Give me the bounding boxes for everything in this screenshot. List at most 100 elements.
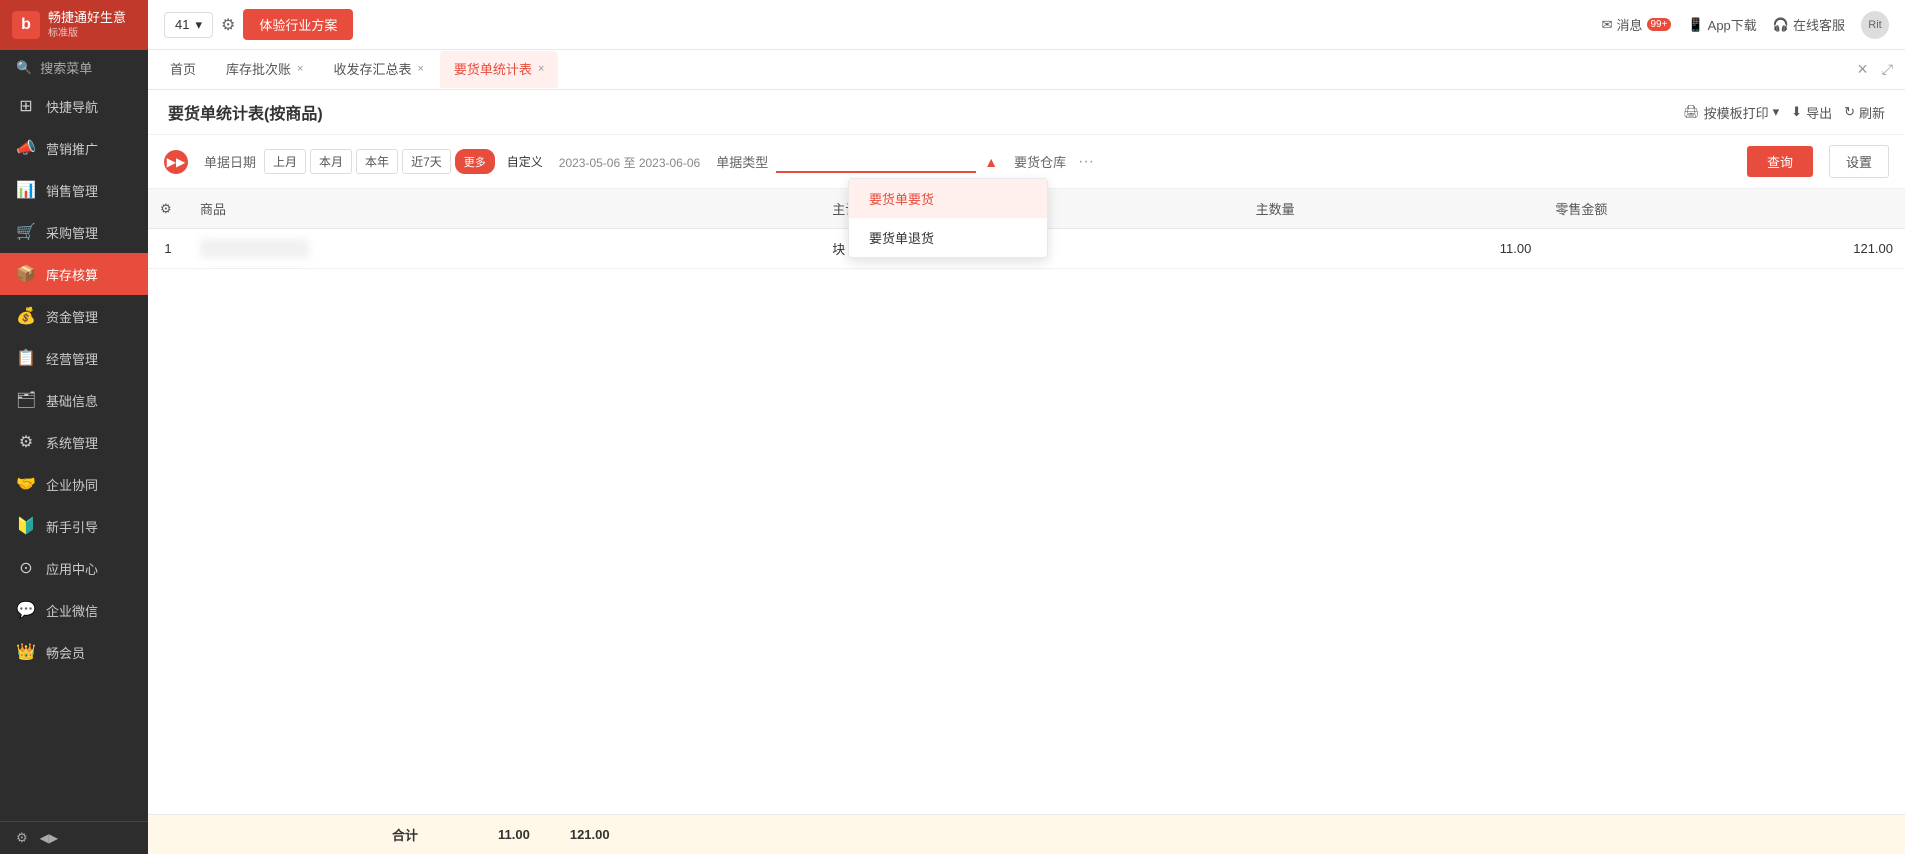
sidebar-item-business[interactable]: 📋 经营管理 bbox=[0, 337, 148, 379]
appstore-icon: ⊙ bbox=[16, 558, 36, 578]
warehouse-label: 要货仓库 bbox=[1014, 152, 1066, 171]
row-amount: 121.00 bbox=[1543, 229, 1905, 269]
inventory-icon: 📦 bbox=[16, 264, 36, 284]
tab-close-recv[interactable]: × bbox=[417, 63, 423, 75]
tab-close-order[interactable]: × bbox=[538, 63, 544, 75]
user-avatar[interactable]: Rit bbox=[1861, 11, 1889, 39]
more-filters-button[interactable]: ··· bbox=[1078, 153, 1094, 171]
store-selector[interactable]: 41 ▾ bbox=[164, 12, 213, 38]
col-qty: 主数量 bbox=[1244, 189, 1544, 229]
column-settings-icon: ⚙ bbox=[160, 201, 172, 216]
page-title-bar: 要货单统计表(按商品) 🖨 按模板打印 ▾ ⬇ 导出 ↻ 刷新 bbox=[148, 90, 1905, 135]
table-footer: 合计 11.00 121.00 bbox=[148, 814, 1905, 854]
prev-month-button[interactable]: 上月 bbox=[264, 149, 306, 174]
refresh-button[interactable]: ↻ 刷新 bbox=[1844, 103, 1885, 122]
print-template-button[interactable]: 🖨 按模板打印 ▾ bbox=[1683, 103, 1779, 122]
basic-icon: 🗂 bbox=[16, 390, 36, 410]
sidebar-item-finance[interactable]: 💰 资金管理 bbox=[0, 295, 148, 337]
message-icon: ✉ bbox=[1602, 17, 1613, 33]
date-filter-group: 单据日期 上月 本月 本年 近7天 更多 自定义 2023-05-06 至 20… bbox=[204, 149, 700, 174]
footer-qty: 11.00 bbox=[478, 827, 550, 842]
sidebar-item-inventory[interactable]: 📦 库存核算 bbox=[0, 253, 148, 295]
curr-year-button[interactable]: 本年 bbox=[356, 149, 398, 174]
tab-maximize-button[interactable]: ⤢ bbox=[1878, 61, 1897, 78]
download-icon: 📱 bbox=[1687, 17, 1703, 33]
tab-order-stats[interactable]: 要货单统计表 × bbox=[440, 51, 558, 88]
table-area: ⚙ 商品 主计量单位 主数量 零售金额 1 bbox=[148, 189, 1905, 814]
sidebar-item-quick-nav[interactable]: ⊞ 快捷导航 bbox=[0, 85, 148, 127]
week7-button[interactable]: 近7天 bbox=[402, 149, 451, 174]
sidebar-item-sales[interactable]: 📊 销售管理 bbox=[0, 169, 148, 211]
sidebar: b 畅捷通好生意 标准版 🔍 搜索菜单 ⊞ 快捷导航 📣 营销推广 📊 销售管理… bbox=[0, 0, 148, 854]
page-inner: 要货单统计表(按商品) 🖨 按模板打印 ▾ ⬇ 导出 ↻ 刷新 bbox=[148, 90, 1905, 854]
online-service-button[interactable]: 🎧 在线客服 bbox=[1773, 15, 1845, 34]
sidebar-nav: ⊞ 快捷导航 📣 营销推广 📊 销售管理 🛒 采购管理 📦 库存核算 💰 资金管… bbox=[0, 85, 148, 821]
header-right: ✉ 消息 99+ 📱 App下载 🎧 在线客服 Rit bbox=[1602, 11, 1889, 39]
export-icon: ⬇ bbox=[1791, 104, 1802, 120]
tab-home[interactable]: 首页 bbox=[156, 51, 210, 88]
row-number: 1 bbox=[148, 229, 188, 269]
sidebar-item-guide[interactable]: 🔰 新手引导 bbox=[0, 505, 148, 547]
doc-type-input[interactable] bbox=[776, 150, 976, 173]
purchase-icon: 🛒 bbox=[16, 222, 36, 242]
dropdown-item-order-return[interactable]: 要货单退货 bbox=[849, 218, 1047, 257]
guide-icon: 🔰 bbox=[16, 516, 36, 536]
page-content: 要货单统计表(按商品) 🖨 按模板打印 ▾ ⬇ 导出 ↻ 刷新 bbox=[148, 90, 1905, 854]
sidebar-search[interactable]: 🔍 搜索菜单 bbox=[0, 50, 148, 85]
main-area: 41 ▾ ⚙ 体验行业方案 ✉ 消息 99+ 📱 App下载 🎧 在线客服 Ri… bbox=[148, 0, 1905, 854]
tab-close-all-button[interactable]: × bbox=[1849, 59, 1876, 80]
app-download-button[interactable]: 📱 App下载 bbox=[1687, 15, 1756, 34]
sidebar-item-wechat[interactable]: 💬 企业微信 bbox=[0, 589, 148, 631]
warehouse-filter-group: 要货仓库 ··· bbox=[1014, 152, 1094, 171]
tabs-bar: 首页 库存批次账 × 收发存汇总表 × 要货单统计表 × × ⤢ bbox=[148, 50, 1905, 90]
dropdown-item-order-goods[interactable]: 要货单要货 bbox=[849, 179, 1047, 218]
sidebar-item-system[interactable]: ⚙ 系统管理 bbox=[0, 421, 148, 463]
col-amount: 零售金额 bbox=[1543, 189, 1905, 229]
setting-button[interactable]: 设置 bbox=[1829, 145, 1889, 178]
doc-type-dropdown-arrow[interactable]: ▲ bbox=[984, 154, 998, 170]
sidebar-footer: ⚙ ◀▶ bbox=[0, 821, 148, 854]
refresh-icon: ↻ bbox=[1844, 104, 1855, 120]
quick-nav-icon: ⊞ bbox=[16, 96, 36, 116]
sidebar-item-purchase[interactable]: 🛒 采购管理 bbox=[0, 211, 148, 253]
app-title: 畅捷通好生意 标准版 bbox=[48, 10, 126, 40]
doc-type-dropdown-menu: 要货单要货 要货单退货 bbox=[848, 178, 1048, 258]
export-button[interactable]: ⬇ 导出 bbox=[1791, 103, 1832, 122]
tab-close-batch[interactable]: × bbox=[297, 63, 303, 75]
sales-icon: 📊 bbox=[16, 180, 36, 200]
header-left: 41 ▾ ⚙ 体验行业方案 bbox=[164, 9, 1586, 40]
sidebar-item-basic[interactable]: 🗂 基础信息 bbox=[0, 379, 148, 421]
trial-button[interactable]: 体验行业方案 bbox=[243, 9, 353, 40]
date-range-display: 2023-05-06 至 2023-06-06 bbox=[559, 154, 700, 171]
tab-recv-summary[interactable]: 收发存汇总表 × bbox=[319, 51, 437, 88]
doc-type-filter-group: 单据类型 ▲ bbox=[716, 150, 998, 173]
sidebar-header: b 畅捷通好生意 标准版 bbox=[0, 0, 148, 50]
col-settings[interactable]: ⚙ bbox=[148, 189, 188, 229]
settings-icon[interactable]: ⚙ bbox=[16, 830, 28, 846]
message-button[interactable]: ✉ 消息 99+ bbox=[1602, 15, 1672, 34]
app-logo: b bbox=[12, 11, 40, 39]
sidebar-item-collab[interactable]: 🤝 企业协同 bbox=[0, 463, 148, 505]
header-gear-button[interactable]: ⚙ bbox=[221, 15, 235, 35]
footer-amount: 121.00 bbox=[550, 827, 630, 842]
row-product bbox=[188, 229, 820, 269]
date-buttons: 上月 本月 本年 近7天 更多 自定义 bbox=[264, 149, 551, 174]
collapse-icon[interactable]: ◀▶ bbox=[40, 831, 58, 845]
member-icon: 👑 bbox=[16, 642, 36, 662]
sidebar-item-marketing[interactable]: 📣 营销推广 bbox=[0, 127, 148, 169]
sidebar-item-appstore[interactable]: ⊙ 应用中心 bbox=[0, 547, 148, 589]
query-button[interactable]: 查询 bbox=[1747, 146, 1813, 177]
row-qty: 11.00 bbox=[1244, 229, 1544, 269]
custom-date-button[interactable]: 自定义 bbox=[499, 149, 551, 174]
page-actions: 🖨 按模板打印 ▾ ⬇ 导出 ↻ 刷新 bbox=[1683, 103, 1885, 122]
sidebar-item-member[interactable]: 👑 畅会员 bbox=[0, 631, 148, 673]
business-icon: 📋 bbox=[16, 348, 36, 368]
wechat-icon: 💬 bbox=[16, 600, 36, 620]
tab-batch-accounts[interactable]: 库存批次账 × bbox=[212, 51, 317, 88]
curr-month-button[interactable]: 本月 bbox=[310, 149, 352, 174]
filter-expand-button[interactable]: ▶▶ bbox=[164, 150, 188, 174]
search-icon: 🔍 bbox=[16, 60, 32, 76]
collab-icon: 🤝 bbox=[16, 474, 36, 494]
more-dates-button[interactable]: 更多 bbox=[455, 149, 495, 174]
system-icon: ⚙ bbox=[16, 432, 36, 452]
